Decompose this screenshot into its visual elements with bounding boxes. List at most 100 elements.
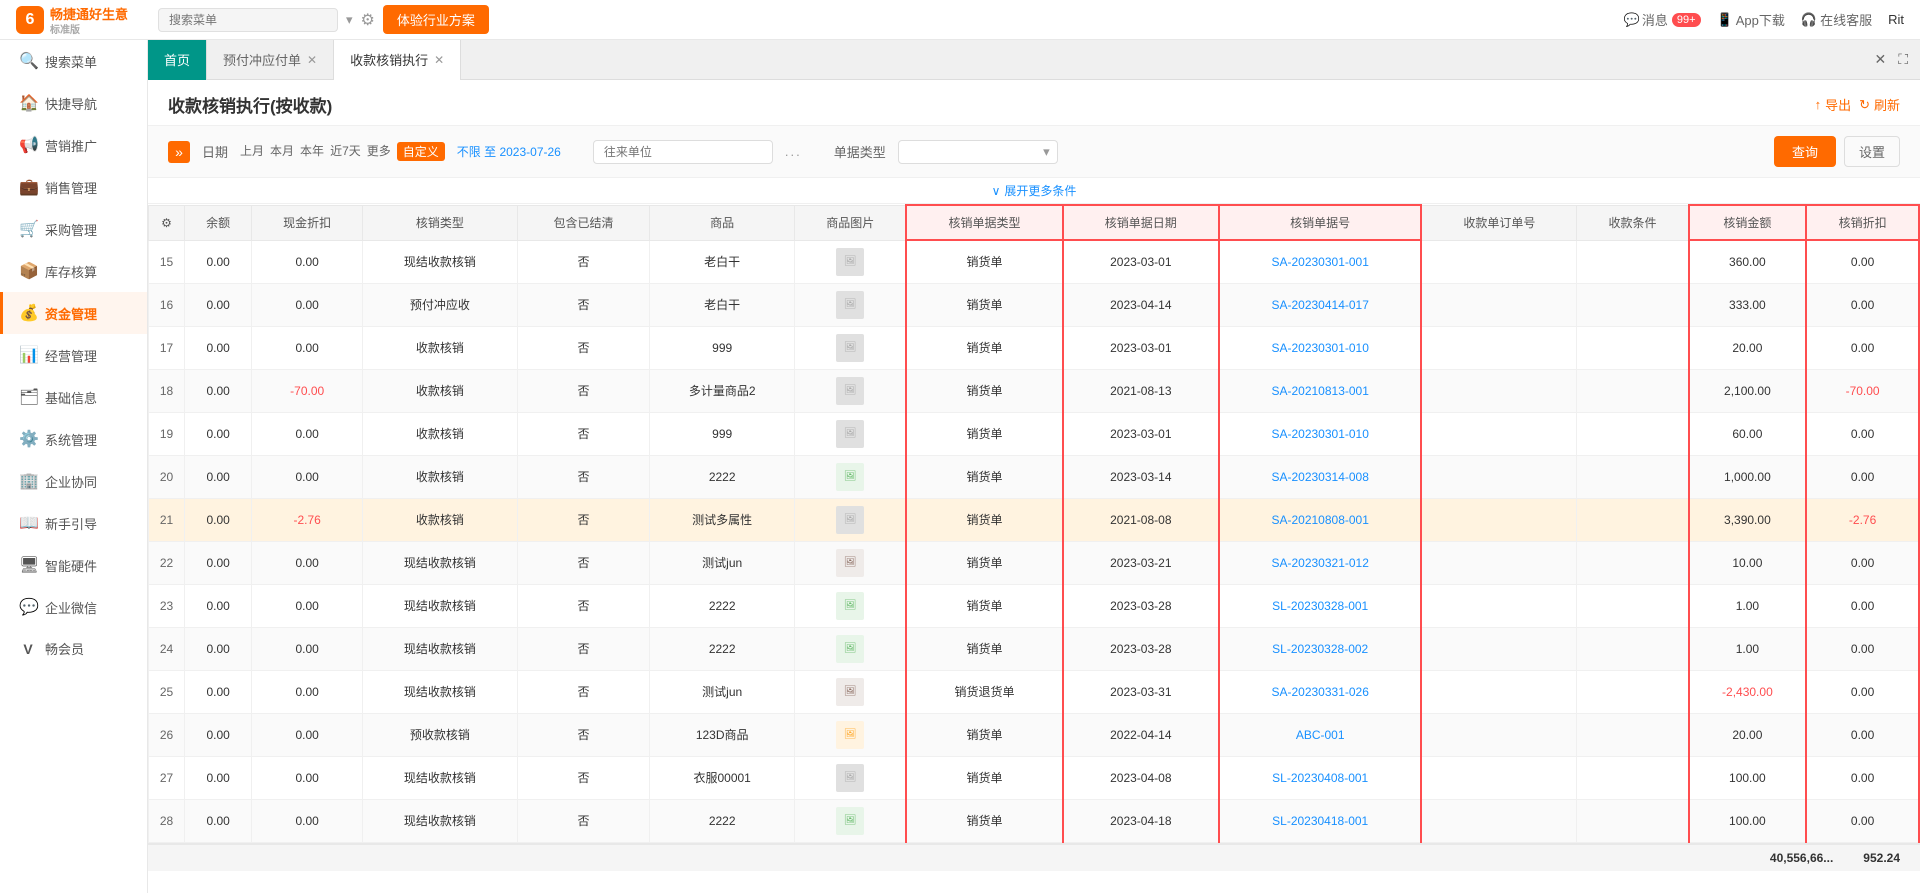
sidebar-item-wechat[interactable]: 💬 企业微信 — [0, 586, 147, 628]
table-row: 26 0.00 0.00 预收款核销 否 123D商品 🖼 销货单 2022-0… — [149, 713, 1920, 756]
filter-settings-button[interactable]: 设置 — [1844, 136, 1900, 167]
tab-home[interactable]: 首页 — [148, 40, 207, 80]
bill-no-link[interactable]: SA-20230301-010 — [1271, 427, 1368, 441]
td-bill-no[interactable]: SL-20230328-002 — [1219, 627, 1421, 670]
td-balance: 0.00 — [185, 283, 252, 326]
td-bill-no[interactable]: SA-20230301-010 — [1219, 326, 1421, 369]
date-this-month[interactable]: 本月 — [270, 142, 294, 161]
td-bill-type: 销货单 — [906, 713, 1062, 756]
phone-icon: 📱 — [1717, 12, 1733, 28]
td-bill-no[interactable]: SL-20230418-001 — [1219, 799, 1421, 842]
filter-expand-button[interactable]: » — [168, 141, 190, 163]
td-verify-amount: 360.00 — [1689, 240, 1807, 283]
tab-receivable[interactable]: 收款核销执行 ✕ — [334, 40, 461, 80]
tab-prepay[interactable]: 预付冲应付单 ✕ — [207, 40, 334, 80]
refresh-button[interactable]: ↻ 刷新 — [1859, 95, 1900, 114]
sidebar-item-basic[interactable]: 🗂 基础信息 — [0, 376, 147, 418]
sidebar-item-system[interactable]: ⚙️ 系统管理 — [0, 418, 147, 460]
sidebar-item-quick-nav[interactable]: 🏠 快捷导航 — [0, 82, 147, 124]
query-button[interactable]: 查询 — [1774, 136, 1836, 167]
td-bill-no[interactable]: SL-20230328-001 — [1219, 584, 1421, 627]
bill-no-link[interactable]: SL-20230328-001 — [1272, 599, 1368, 613]
bill-no-link[interactable]: SL-20230408-001 — [1272, 771, 1368, 785]
table-row: 15 0.00 0.00 现结收款核销 否 老白干 🖼 销货单 2023-03-… — [149, 240, 1920, 283]
bill-no-link[interactable]: SL-20230418-001 — [1272, 814, 1368, 828]
sidebar-item-marketing[interactable]: 📢 营销推广 — [0, 124, 147, 166]
bill-no-link[interactable]: SA-20230321-012 — [1271, 556, 1368, 570]
date-7days[interactable]: 近7天 — [330, 142, 361, 161]
td-product-img: 🖼 — [795, 627, 907, 670]
online-service-area[interactable]: 🎧 在线客服 — [1801, 10, 1872, 29]
date-shortcuts: 上月 本月 本年 近7天 更多 自定义 — [240, 142, 445, 161]
sidebar-item-purchase[interactable]: 🛒 采购管理 — [0, 208, 147, 250]
tab-home-label: 首页 — [164, 50, 190, 69]
sidebar-item-corp[interactable]: 🏢 企业协同 — [0, 460, 147, 502]
sidebar-item-member[interactable]: V 畅会员 — [0, 628, 147, 669]
export-button[interactable]: ↑ 导出 — [1815, 95, 1852, 114]
app-download-area[interactable]: 📱 App下载 — [1717, 10, 1785, 29]
expand-more-button[interactable]: ∨ 展开更多条件 — [992, 182, 1077, 199]
td-product: 测试多属性 — [650, 498, 795, 541]
bill-no-link[interactable]: SA-20230301-010 — [1271, 341, 1368, 355]
bill-type-select[interactable] — [898, 140, 1058, 164]
sidebar-item-operation[interactable]: 📊 经营管理 — [0, 334, 147, 376]
sidebar-item-finance[interactable]: 💰 资金管理 — [0, 292, 147, 334]
td-bill-no[interactable]: SA-20210808-001 — [1219, 498, 1421, 541]
td-bill-no[interactable]: SA-20230301-010 — [1219, 412, 1421, 455]
industry-solution-button[interactable]: 体验行业方案 — [383, 5, 489, 34]
bill-no-link[interactable]: SA-20210813-001 — [1271, 384, 1368, 398]
sidebar-item-hardware[interactable]: 🖥 智能硬件 — [0, 544, 147, 586]
td-verify-amount: 1,000.00 — [1689, 455, 1807, 498]
td-bill-no[interactable]: SA-20230414-017 — [1219, 283, 1421, 326]
td-no: 21 — [149, 498, 185, 541]
td-receipt-order-no — [1421, 756, 1576, 799]
td-bill-no[interactable]: SA-20230314-008 — [1219, 455, 1421, 498]
message-area[interactable]: 💬 消息 99+ — [1624, 10, 1701, 29]
tab-prepay-close[interactable]: ✕ — [307, 53, 317, 67]
partner-input[interactable] — [593, 140, 773, 164]
sidebar-item-guide[interactable]: 📖 新手引导 — [0, 502, 147, 544]
date-custom-btn[interactable]: 自定义 — [397, 142, 445, 161]
bill-no-link[interactable]: SA-20230414-017 — [1271, 298, 1368, 312]
online-service-label: 在线客服 — [1820, 10, 1872, 29]
sidebar-item-search[interactable]: 🔍 搜索菜单 — [0, 40, 147, 82]
tab-receivable-close[interactable]: ✕ — [434, 53, 444, 67]
global-search-input[interactable] — [158, 8, 338, 32]
sidebar-item-label: 库存核算 — [45, 262, 97, 281]
td-bill-no[interactable]: SA-20210813-001 — [1219, 369, 1421, 412]
date-last-month[interactable]: 上月 — [240, 142, 264, 161]
settings-icon[interactable]: ⚙ — [361, 10, 375, 30]
sidebar-item-sales[interactable]: 💼 销售管理 — [0, 166, 147, 208]
date-more[interactable]: 更多 — [367, 142, 391, 161]
bill-no-link[interactable]: ABC-001 — [1296, 728, 1345, 742]
tab-close-all-button[interactable]: ✕ — [1870, 47, 1890, 72]
tab-maximize-button[interactable]: ⛶ — [1894, 47, 1912, 72]
sidebar-item-label: 营销推广 — [45, 136, 97, 155]
td-receipt-condition — [1577, 498, 1689, 541]
sidebar-item-inventory[interactable]: 📦 库存核算 — [0, 250, 147, 292]
bill-no-link[interactable]: SA-20230331-026 — [1271, 685, 1368, 699]
td-no: 25 — [149, 670, 185, 713]
th-verify-discount: 核销折扣 — [1806, 205, 1919, 240]
bill-no-link[interactable]: SL-20230328-002 — [1272, 642, 1368, 656]
user-name[interactable]: Rit — [1888, 12, 1904, 27]
bill-no-link[interactable]: SA-20230301-001 — [1271, 255, 1368, 269]
td-receipt-condition — [1577, 283, 1689, 326]
partner-dots[interactable]: ... — [785, 144, 802, 159]
product-image: 🖼 — [836, 463, 864, 491]
page-title: 收款核销执行(按收款) — [168, 92, 332, 117]
td-verify-type: 现结收款核销 — [363, 240, 517, 283]
date-this-year[interactable]: 本年 — [300, 142, 324, 161]
td-bill-no[interactable]: SA-20230301-001 — [1219, 240, 1421, 283]
td-bill-no[interactable]: SL-20230408-001 — [1219, 756, 1421, 799]
td-product: 999 — [650, 326, 795, 369]
td-bill-date: 2023-03-01 — [1063, 412, 1219, 455]
td-bill-no[interactable]: SA-20230321-012 — [1219, 541, 1421, 584]
bill-no-link[interactable]: SA-20210808-001 — [1271, 513, 1368, 527]
td-bill-no[interactable]: SA-20230331-026 — [1219, 670, 1421, 713]
td-product-img: 🖼 — [795, 369, 907, 412]
filter-action-buttons: 查询 设置 — [1774, 136, 1900, 167]
bill-no-link[interactable]: SA-20230314-008 — [1271, 470, 1368, 484]
td-receipt-condition — [1577, 412, 1689, 455]
td-bill-no[interactable]: ABC-001 — [1219, 713, 1421, 756]
